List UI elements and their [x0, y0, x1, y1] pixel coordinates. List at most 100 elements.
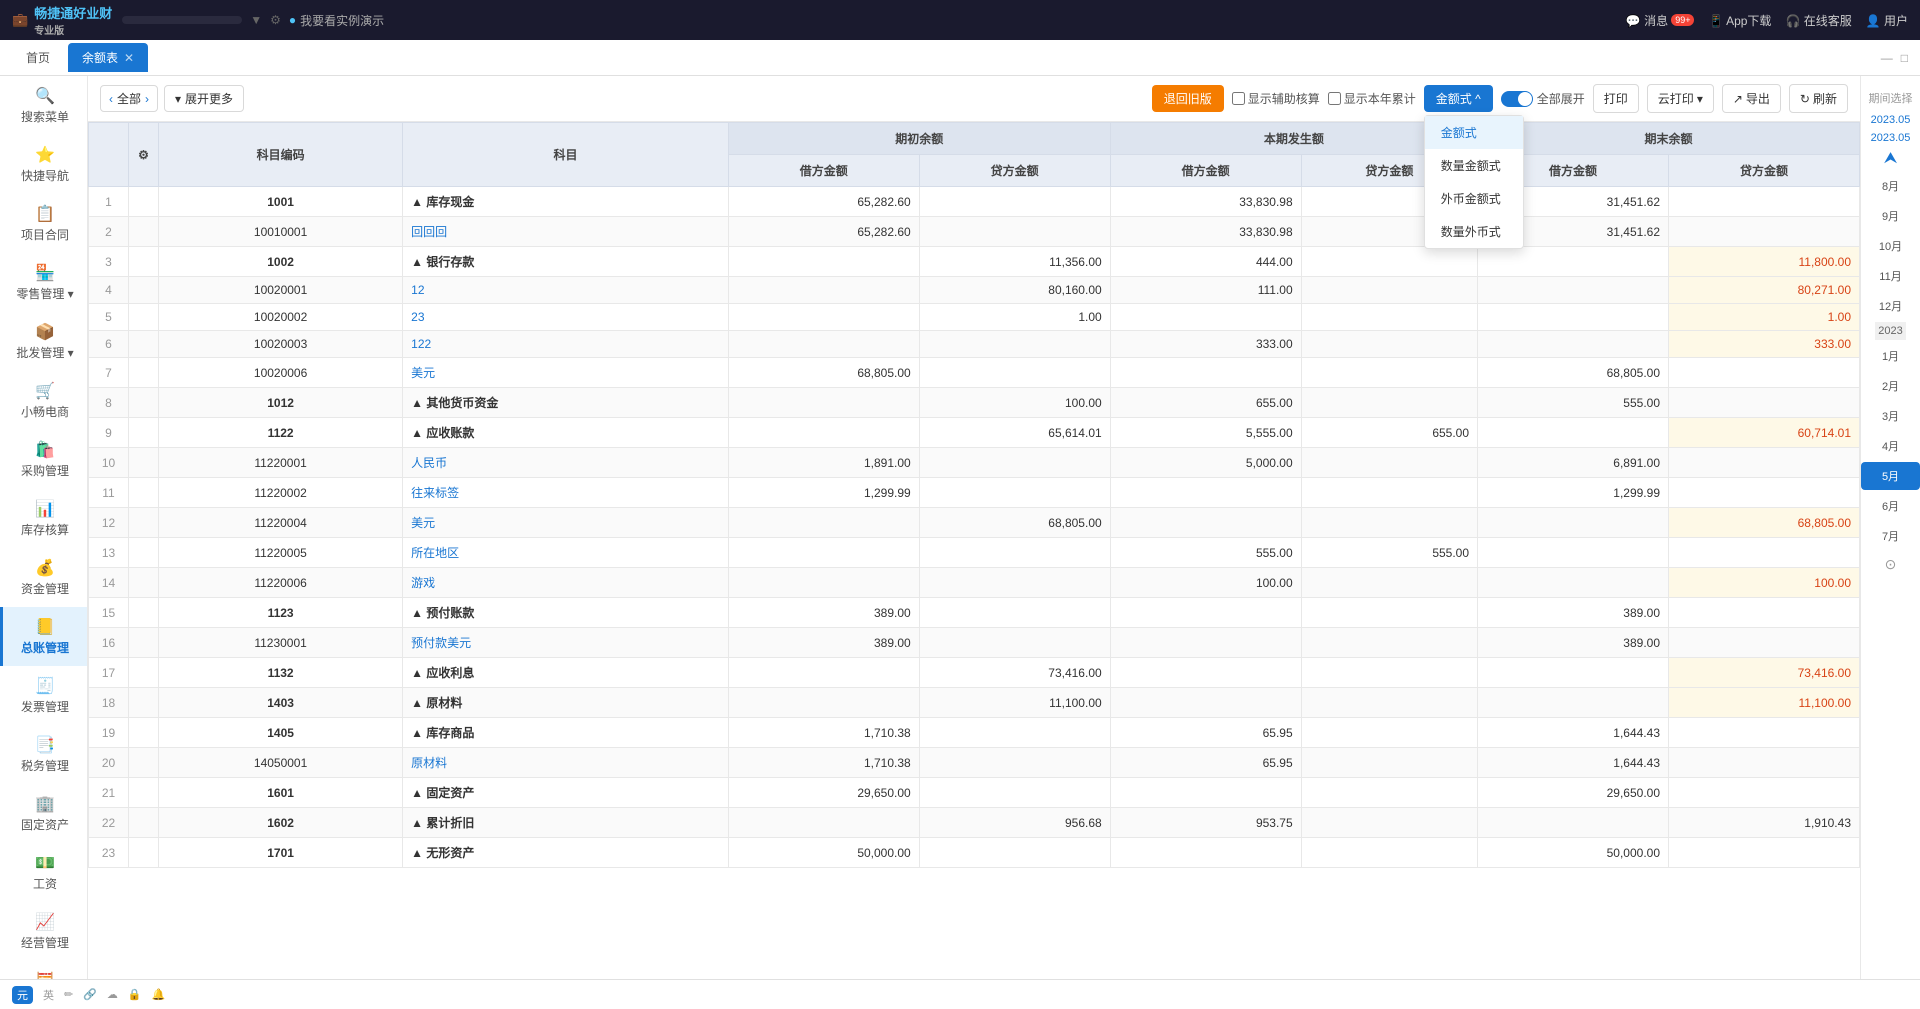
sidebar-item-management[interactable]: 📈 经营管理	[0, 902, 87, 961]
month-10[interactable]: 10月	[1861, 232, 1920, 260]
status-lock-icon[interactable]: 🔒	[128, 988, 142, 1001]
refresh-btn[interactable]: ↻ 刷新	[1789, 84, 1848, 113]
mode-quantity-foreign[interactable]: 数量外币式	[1425, 215, 1523, 248]
row-name-cell[interactable]: 人民币	[403, 448, 729, 478]
sidebar-item-ecommerce[interactable]: 🛒 小畅电商	[0, 371, 87, 430]
row-name-cell[interactable]: 美元	[403, 358, 729, 388]
sidebar-item-inventory[interactable]: 📊 库存核算	[0, 489, 87, 548]
row-name-cell[interactable]: 游戏	[403, 568, 729, 598]
status-link-icon[interactable]: 🔗	[83, 988, 97, 1001]
top-search[interactable]	[122, 16, 242, 24]
tab-home[interactable]: 首页	[12, 43, 64, 72]
row-name-cell[interactable]: ▲ 应收账款	[403, 418, 729, 448]
row-name-cell[interactable]: ▲ 原材料	[403, 688, 729, 718]
message-btn[interactable]: 💬 消息 99+	[1626, 12, 1695, 29]
right-arrow-icon[interactable]: ›	[145, 92, 149, 106]
table-row[interactable]: 1411220006游戏100.00100.00	[89, 568, 1860, 598]
status-yuan-icon[interactable]: 元	[12, 986, 33, 1004]
table-row[interactable]: 11001▲ 库存现金65,282.6033,830.9831,451.62	[89, 187, 1860, 217]
sidebar-item-nav[interactable]: ⭐ 快捷导航	[0, 135, 87, 194]
month-5[interactable]: 5月	[1861, 462, 1920, 490]
table-row[interactable]: 1311220005所在地区555.00555.00	[89, 538, 1860, 568]
month-11[interactable]: 11月	[1861, 262, 1920, 290]
sidebar-item-tax[interactable]: 📑 税务管理	[0, 725, 87, 784]
table-row[interactable]: 191405▲ 库存商品1,710.3865.951,644.43	[89, 718, 1860, 748]
table-row[interactable]: 210010001回回回65,282.6033,830.9831,451.62	[89, 217, 1860, 247]
month-2[interactable]: 2月	[1861, 372, 1920, 400]
minimize-icon[interactable]: —	[1881, 51, 1893, 65]
month-1[interactable]: 1月	[1861, 342, 1920, 370]
mode-foreign-jine[interactable]: 外币金额式	[1425, 182, 1523, 215]
row-name-cell[interactable]: ▲ 库存商品	[403, 718, 729, 748]
sidebar-item-purchase[interactable]: 🛍️ 采购管理	[0, 430, 87, 489]
month-8[interactable]: 8月	[1861, 172, 1920, 200]
breadcrumb-btn[interactable]: ‹ 全部 ›	[100, 85, 158, 112]
month-9[interactable]: 9月	[1861, 202, 1920, 230]
cloud-print-btn[interactable]: 云打印 ▾	[1647, 84, 1714, 113]
sidebar-item-search[interactable]: 🔍 搜索菜单	[0, 76, 87, 135]
table-row[interactable]: 610020003122333.00333.00	[89, 331, 1860, 358]
status-eng-icon[interactable]: 英	[43, 987, 54, 1003]
collapse-panel-icon[interactable]: ⊙	[1881, 552, 1901, 577]
col-settings[interactable]: ⚙	[129, 123, 159, 187]
row-name-cell[interactable]: ▲ 预付账款	[403, 598, 729, 628]
table-row[interactable]: 1111220002往来标签1,299.991,299.99	[89, 478, 1860, 508]
row-name-cell[interactable]: 美元	[403, 508, 729, 538]
expand-more-btn[interactable]: ▾ 展开更多	[164, 85, 244, 112]
export-btn[interactable]: ↗ 导出	[1722, 84, 1781, 113]
month-7[interactable]: 7月	[1861, 522, 1920, 550]
show-assist-checkbox[interactable]	[1232, 92, 1245, 105]
sidebar-item-assets[interactable]: 🏢 固定资产	[0, 784, 87, 843]
row-name-cell[interactable]: ▲ 无形资产	[403, 838, 729, 868]
month-12[interactable]: 12月	[1861, 292, 1920, 320]
table-row[interactable]: 510020002231.001.00	[89, 304, 1860, 331]
table-row[interactable]: 221602▲ 累计折旧956.68953.751,910.43	[89, 808, 1860, 838]
scroll-up-icon[interactable]: ⮝	[1882, 148, 1900, 170]
demo-link[interactable]: ● 我要看实例演示	[289, 12, 384, 29]
sidebar-item-retail[interactable]: 🏪 零售管理 ▾	[0, 253, 87, 312]
month-3[interactable]: 3月	[1861, 402, 1920, 430]
return-old-btn[interactable]: 退回旧版	[1152, 85, 1224, 112]
show-ytd-checkbox[interactable]	[1328, 92, 1341, 105]
status-bell-icon[interactable]: 🔔	[152, 988, 166, 1001]
mode-btn[interactable]: 金额式 ^	[1424, 85, 1493, 112]
row-name-cell[interactable]: ▲ 累计折旧	[403, 808, 729, 838]
month-4[interactable]: 4月	[1861, 432, 1920, 460]
status-edit-icon[interactable]: ✏	[64, 988, 73, 1001]
row-name-cell[interactable]: ▲ 其他货币资金	[403, 388, 729, 418]
sidebar-item-expense[interactable]: 🧮 小畅报销	[0, 961, 87, 979]
row-name-cell[interactable]: 回回回	[403, 217, 729, 247]
row-name-cell[interactable]: 预付款美元	[403, 628, 729, 658]
table-row[interactable]: 91122▲ 应收账款65,614.015,555.00655.0060,714…	[89, 418, 1860, 448]
table-row[interactable]: 4100200011280,160.00111.0080,271.00	[89, 277, 1860, 304]
sidebar-item-invoice[interactable]: 🧾 发票管理	[0, 666, 87, 725]
table-row[interactable]: 181403▲ 原材料11,100.0011,100.00	[89, 688, 1860, 718]
table-row[interactable]: 1611230001预付款美元389.00389.00	[89, 628, 1860, 658]
print-btn[interactable]: 打印	[1593, 84, 1639, 113]
sidebar-item-contract[interactable]: 📋 项目合同	[0, 194, 87, 253]
row-name-cell[interactable]: ▲ 应收利息	[403, 658, 729, 688]
table-row[interactable]: 81012▲ 其他货币资金100.00655.00555.00	[89, 388, 1860, 418]
online-service-btn[interactable]: 🎧 在线客服	[1785, 12, 1851, 29]
row-name-cell[interactable]: ▲ 银行存款	[403, 247, 729, 277]
status-cloud-icon[interactable]: ☁	[107, 988, 118, 1001]
month-6[interactable]: 6月	[1861, 492, 1920, 520]
table-row[interactable]: 2014050001原材料1,710.3865.951,644.43	[89, 748, 1860, 778]
sidebar-item-salary[interactable]: 💵 工资	[0, 843, 87, 902]
mode-jine[interactable]: 金额式	[1425, 116, 1523, 149]
sidebar-item-ledger[interactable]: 📒 总账管理	[0, 607, 87, 666]
row-name-cell[interactable]: 23	[403, 304, 729, 331]
show-ytd-label[interactable]: 显示本年累计	[1328, 90, 1416, 107]
show-assist-label[interactable]: 显示辅助核算	[1232, 90, 1320, 107]
table-row[interactable]: 31002▲ 银行存款11,356.00444.0011,800.00	[89, 247, 1860, 277]
table-row[interactable]: 151123▲ 预付账款389.00389.00	[89, 598, 1860, 628]
sidebar-item-wholesale[interactable]: 📦 批发管理 ▾	[0, 312, 87, 371]
row-name-cell[interactable]: 原材料	[403, 748, 729, 778]
row-name-cell[interactable]: 122	[403, 331, 729, 358]
row-name-cell[interactable]: 往来标签	[403, 478, 729, 508]
table-row[interactable]: 171132▲ 应收利息73,416.0073,416.00	[89, 658, 1860, 688]
table-row[interactable]: 1011220001人民币1,891.005,000.006,891.00	[89, 448, 1860, 478]
row-name-cell[interactable]: 所在地区	[403, 538, 729, 568]
sidebar-item-funds[interactable]: 💰 资金管理	[0, 548, 87, 607]
table-row[interactable]: 1211220004美元68,805.0068,805.00	[89, 508, 1860, 538]
